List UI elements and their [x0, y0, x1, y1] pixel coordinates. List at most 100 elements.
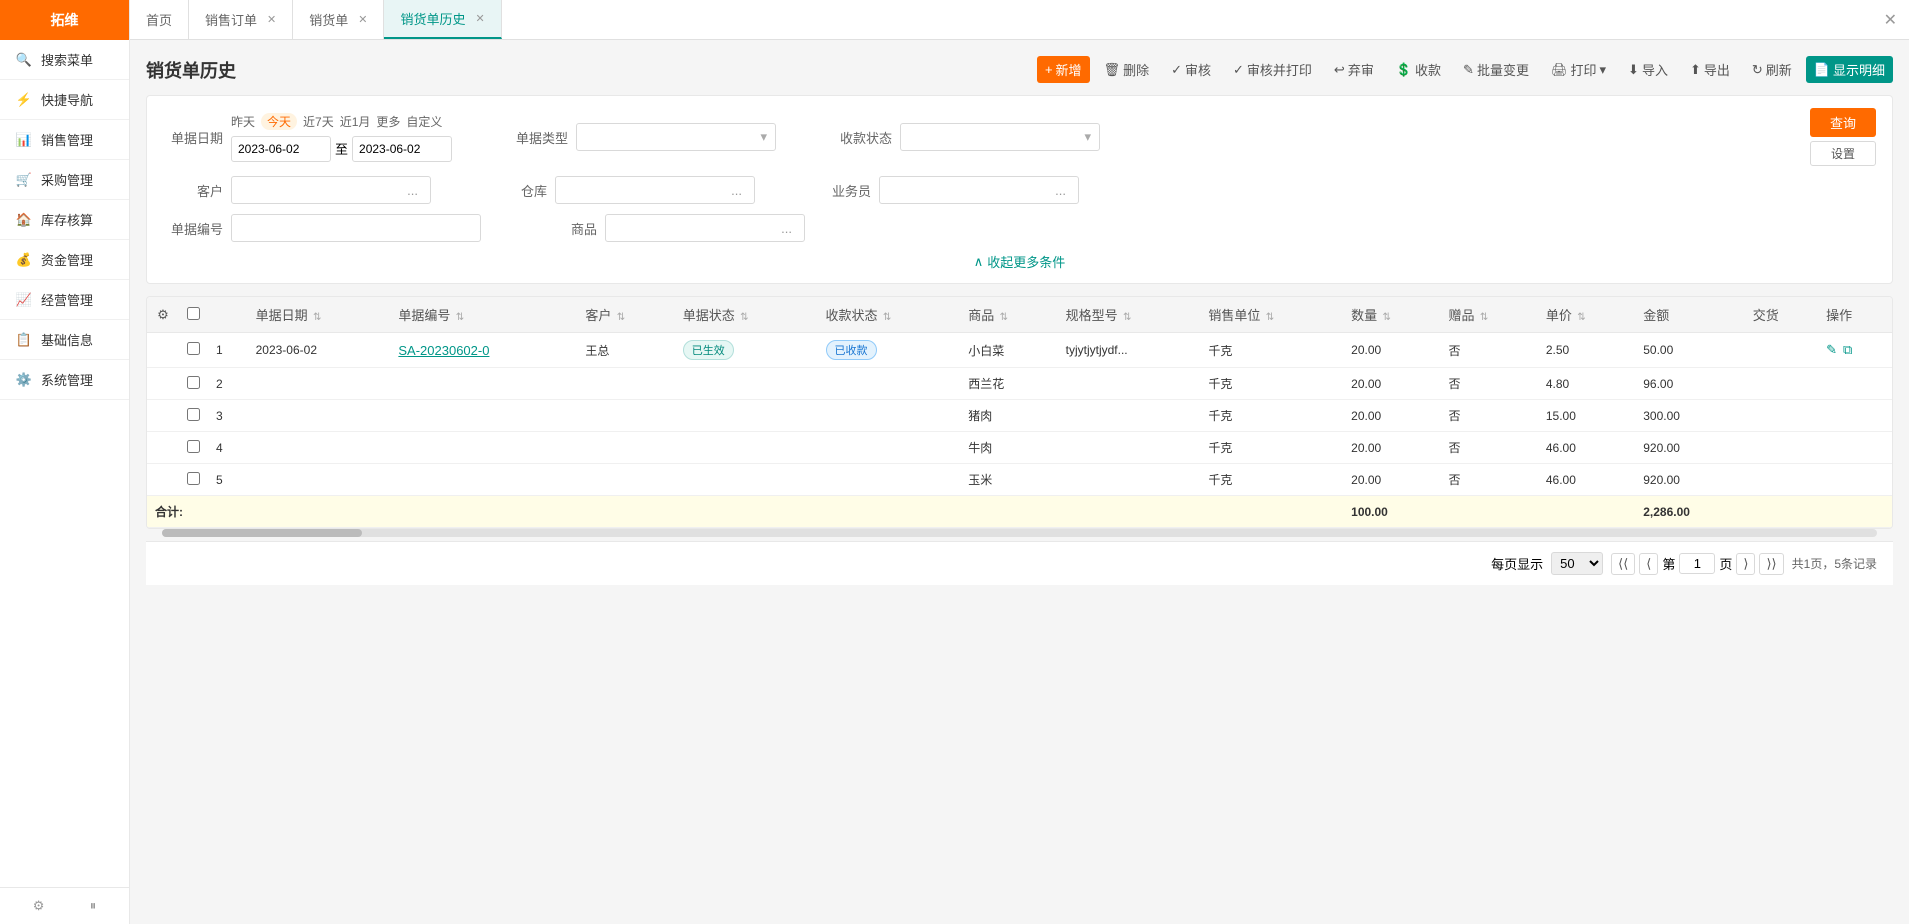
date-quick-1month[interactable]: 近1月 — [340, 113, 371, 130]
select-all-checkbox[interactable] — [187, 307, 200, 320]
sidebar-item-purchase-mgmt[interactable]: 🛒 采购管理 — [0, 160, 129, 200]
tab-sales-order-close[interactable]: ✕ — [267, 13, 276, 26]
date-quick-more[interactable]: 更多 — [376, 113, 400, 130]
tab-sales-order[interactable]: 销售订单 ✕ — [189, 0, 293, 39]
th-unit-price[interactable]: 单价 ⇅ — [1538, 297, 1635, 333]
sidebar-item-basic-info[interactable]: 📋 基础信息 — [0, 320, 129, 360]
row-checkbox[interactable] — [187, 342, 200, 355]
sidebar-item-system-mgmt[interactable]: ⚙️ 系统管理 — [0, 360, 129, 400]
page-prev-button[interactable]: ⟨ — [1639, 553, 1658, 575]
close-all-tabs[interactable]: ✕ — [1872, 10, 1909, 30]
payment-status-input-wrap[interactable]: ▾ — [900, 123, 1100, 151]
sidebar-item-operations-mgmt[interactable]: 📈 经营管理 — [0, 280, 129, 320]
tab-sales-goods[interactable]: 销货单 ✕ — [293, 0, 384, 39]
th-doc-status[interactable]: 单据状态 ⇅ — [675, 297, 818, 333]
salesperson-input[interactable] — [888, 183, 1051, 197]
goods-input[interactable] — [614, 221, 777, 235]
print-button[interactable]: 🖨 打印 ▾ — [1543, 56, 1614, 83]
payment-status-input[interactable] — [909, 130, 1084, 144]
audit-print-button[interactable]: ✓ 审核并打印 — [1225, 56, 1320, 83]
th-spec[interactable]: 规格型号 ⇅ — [1058, 297, 1201, 333]
row-checkbox[interactable] — [187, 472, 200, 485]
page-size-select[interactable]: 20 50 100 — [1551, 552, 1603, 575]
th-qty[interactable]: 数量 ⇅ — [1343, 297, 1440, 333]
date-quick-today[interactable]: 今天 — [261, 113, 297, 130]
abandon-button[interactable]: ↩ 弃审 — [1326, 56, 1382, 83]
customer-ellipsis[interactable]: ... — [403, 183, 422, 198]
tab-sales-history-close[interactable]: ✕ — [476, 12, 485, 25]
summary-empty3 — [1538, 496, 1635, 528]
sidebar-item-sales-mgmt[interactable]: 📊 销售管理 — [0, 120, 129, 160]
customer-input-wrap[interactable]: ... — [231, 176, 431, 204]
delete-button[interactable]: 🗑 删除 — [1096, 56, 1158, 83]
th-unit[interactable]: 销售单位 ⇅ — [1200, 297, 1343, 333]
tab-sales-history[interactable]: 销货单历史 ✕ — [384, 0, 501, 39]
row-copy-btn[interactable]: ⧉ — [1843, 342, 1852, 358]
import-button[interactable]: ⬇ 导入 — [1620, 56, 1676, 83]
sidebar-collapse-icon[interactable]: ⏸ — [90, 898, 97, 914]
page-next-button[interactable]: ⟩ — [1736, 553, 1755, 575]
doc-type-input-wrap[interactable]: ▾ — [576, 123, 776, 151]
th-customer[interactable]: 客户 ⇅ — [577, 297, 674, 333]
th-doc-no[interactable]: 单据编号 ⇅ — [390, 297, 577, 333]
th-pay-status[interactable]: 收款状态 ⇅ — [818, 297, 961, 333]
audit-print-icon: ✓ — [1233, 62, 1244, 78]
query-button[interactable]: 查询 — [1810, 108, 1876, 137]
warehouse-ellipsis[interactable]: ... — [727, 183, 746, 198]
table-scrollbar[interactable] — [162, 529, 1877, 537]
row-no: 4 — [208, 432, 248, 464]
tab-home[interactable]: 首页 — [130, 0, 189, 39]
warehouse-input-wrap[interactable]: ... — [555, 176, 755, 204]
date-from-input[interactable] — [231, 136, 331, 162]
collapse-chevron-icon: ∧ — [974, 254, 984, 270]
gear-icon[interactable]: ⚙ — [157, 307, 169, 322]
tab-sales-goods-close[interactable]: ✕ — [358, 13, 367, 26]
sidebar-item-quick-nav[interactable]: ⚡ 快捷导航 — [0, 80, 129, 120]
goods-ellipsis[interactable]: ... — [777, 221, 796, 236]
goods-input-wrap[interactable]: ... — [605, 214, 805, 242]
doc-type-input[interactable] — [585, 130, 760, 144]
row-no: 1 — [208, 333, 248, 368]
settings-button[interactable]: 设置 — [1810, 141, 1876, 166]
th-gift[interactable]: 赠品 ⇅ — [1441, 297, 1538, 333]
doc-no-input[interactable] — [231, 214, 481, 242]
row-edit-btn[interactable]: ✎ — [1826, 342, 1837, 358]
date-quick-custom[interactable]: 自定义 — [406, 113, 442, 130]
th-doc-date[interactable]: 单据日期 ⇅ — [248, 297, 391, 333]
collapse-button[interactable]: ∧ 收起更多条件 — [974, 252, 1066, 271]
row-checkbox[interactable] — [187, 408, 200, 421]
collect-button[interactable]: 💲 收款 — [1388, 56, 1449, 83]
summary-empty2 — [1441, 496, 1538, 528]
audit-button[interactable]: ✓ 审核 — [1163, 56, 1219, 83]
warehouse-input[interactable] — [564, 183, 727, 197]
th-goods[interactable]: 商品 ⇅ — [960, 297, 1057, 333]
show-detail-button[interactable]: 📄 显示明细 — [1806, 56, 1893, 83]
sidebar-logo: 拓维 — [0, 0, 129, 40]
th-doc-date-label: 单据日期 — [256, 308, 308, 323]
pagination: 每页显示 20 50 100 ⟨⟨ ⟨ 第 页 ⟩ ⟩⟩ 共1页，5条记录 — [146, 541, 1893, 585]
salesperson-ellipsis[interactable]: ... — [1051, 183, 1070, 198]
date-quick-7days[interactable]: 近7天 — [303, 113, 334, 130]
page-number-input[interactable] — [1679, 553, 1715, 574]
page-size-label: 每页显示 — [1491, 554, 1543, 573]
date-to-input[interactable] — [352, 136, 452, 162]
row-checkbox[interactable] — [187, 440, 200, 453]
date-quick-yesterday[interactable]: 昨天 — [231, 113, 255, 130]
th-checkbox — [179, 297, 208, 333]
salesperson-input-wrap[interactable]: ... — [879, 176, 1079, 204]
customer-input[interactable] — [240, 183, 403, 197]
batch-change-button[interactable]: ✎ 批量变更 — [1455, 56, 1537, 83]
sidebar-item-search-menu[interactable]: 🔍 搜索菜单 — [0, 40, 129, 80]
export-button[interactable]: ⬆ 导出 — [1682, 56, 1738, 83]
page-last-button[interactable]: ⟩⟩ — [1759, 553, 1783, 575]
add-button[interactable]: + 新增 — [1037, 56, 1090, 83]
sidebar-item-inventory-calc[interactable]: 🏠 库存核算 — [0, 200, 129, 240]
page-first-button[interactable]: ⟨⟨ — [1611, 553, 1635, 575]
sidebar-item-label: 搜索菜单 — [41, 50, 93, 69]
refresh-button[interactable]: ↻ 刷新 — [1744, 56, 1800, 83]
row-checkbox[interactable] — [187, 376, 200, 389]
system-mgmt-icon: ⚙️ — [15, 371, 33, 389]
doc-no-link[interactable]: SA-20230602-0 — [398, 343, 489, 358]
sidebar-settings-icon[interactable]: ⚙ — [33, 898, 45, 914]
sidebar-item-finance-mgmt[interactable]: 💰 资金管理 — [0, 240, 129, 280]
